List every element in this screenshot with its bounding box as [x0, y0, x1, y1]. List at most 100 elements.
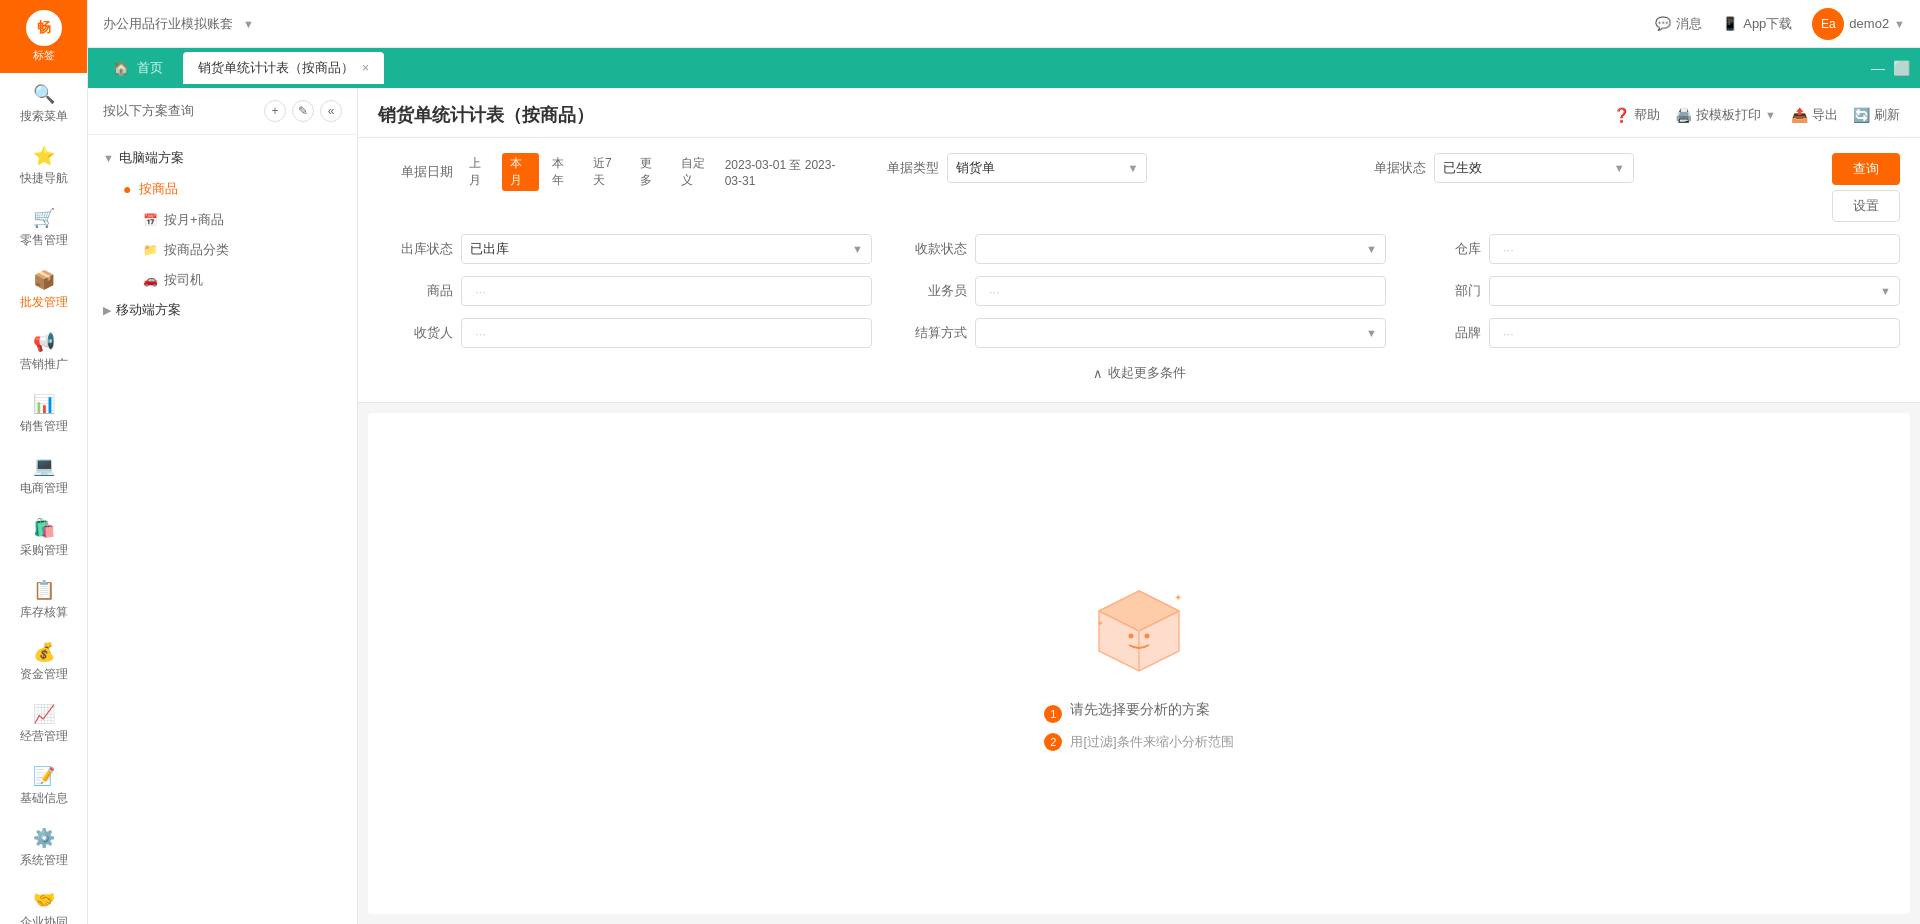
active-scheme-icon: ● [123, 181, 131, 197]
doc-status-select[interactable]: 已生效 ▼ [1434, 153, 1634, 183]
collapse-up-icon: ∧ [1093, 366, 1103, 381]
warehouse-label: 仓库 [1406, 240, 1481, 258]
print-dropdown-icon: ▼ [1765, 109, 1776, 121]
maximize-btn[interactable]: ⬜ [1893, 60, 1910, 76]
sidebar-item-inventory[interactable]: 📋 库存核算 [0, 569, 87, 631]
empty-num-1: 1 [1044, 705, 1062, 723]
doc-status-chev: ▼ [1614, 162, 1625, 174]
settle-label: 结算方式 [892, 324, 967, 342]
sidebar-item-ecommerce[interactable]: 💻 电商管理 [0, 445, 87, 507]
collect-chev: ▼ [1366, 243, 1377, 255]
svg-text:✦: ✦ [1174, 592, 1182, 603]
industry-dropdown[interactable]: ▼ [243, 18, 254, 30]
query-button[interactable]: 查询 [1832, 153, 1900, 185]
tree-mobile-parent[interactable]: ▶ 移动端方案 [88, 295, 357, 325]
action-buttons: 查询 设置 [1832, 153, 1900, 222]
receiver-dots[interactable]: ··· [475, 326, 486, 341]
sidebar-item-quicknav[interactable]: ⭐ 快捷导航 [0, 135, 87, 197]
topbar: 办公用品行业模拟账套 ▼ 💬 消息 📱 App下载 Ea demo2 ▼ [88, 0, 1920, 48]
date-tab-last-month[interactable]: 上月 [461, 153, 497, 191]
calendar-icon: 📅 [143, 213, 158, 227]
collapse-panel-btn[interactable]: « [320, 100, 342, 122]
settle-chev: ▼ [1366, 327, 1377, 339]
date-tab-7days[interactable]: 近7天 [585, 153, 627, 191]
user-menu[interactable]: Ea demo2 ▼ [1812, 8, 1905, 40]
panel-icons: + ✎ « [264, 100, 342, 122]
brand-dots[interactable]: ··· [1503, 326, 1514, 341]
empty-text-1: 请先选择要分析的方案 [1070, 701, 1210, 719]
print-icon: 🖨️ [1675, 107, 1692, 123]
svg-point-6 [1145, 633, 1150, 638]
sidebar-item-basic[interactable]: 📝 基础信息 [0, 755, 87, 817]
warehouse-dots[interactable]: ··· [1503, 242, 1514, 257]
sidebar-item-operations[interactable]: 📈 经营管理 [0, 693, 87, 755]
help-btn[interactable]: ❓ 帮助 [1613, 106, 1660, 124]
brand-input[interactable]: ··· [1489, 318, 1900, 348]
brand-label: 品牌 [1406, 324, 1481, 342]
sidebar-item-wholesale[interactable]: 📦 批发管理 [0, 259, 87, 321]
app-download-btn[interactable]: 📱 App下载 [1722, 15, 1792, 33]
minimize-btn[interactable]: — [1871, 60, 1885, 76]
empty-num-2: 2 [1044, 733, 1062, 751]
logo-icon: 畅 [26, 10, 62, 46]
empty-item-2: 2 用[过滤]条件来缩小分析范围 [1044, 733, 1233, 751]
warehouse-input[interactable]: ··· [1489, 234, 1900, 264]
sidebar-item-marketing[interactable]: 📢 营销推广 [0, 321, 87, 383]
tree-chevron-desktop: ▼ [103, 152, 114, 164]
goods-dots[interactable]: ··· [475, 284, 486, 299]
search-icon: 🔍 [33, 83, 55, 105]
sidebar-item-retail[interactable]: 🛒 零售管理 [0, 197, 87, 259]
refresh-btn[interactable]: 🔄 刷新 [1853, 106, 1900, 124]
settings-button[interactable]: 设置 [1832, 190, 1900, 222]
collapse-row: ∧ 收起更多条件 [378, 356, 1900, 387]
settle-select[interactable]: ▼ [975, 318, 1386, 348]
out-status-chev: ▼ [852, 243, 863, 255]
wholesale-icon: 📦 [33, 269, 55, 291]
dept-select[interactable]: ▼ [1489, 276, 1900, 306]
sidebar-item-collab[interactable]: 🤝 企业协同 [0, 879, 87, 924]
sidebar-item-system[interactable]: ⚙️ 系统管理 [0, 817, 87, 879]
doc-type-label: 单据类型 [864, 159, 939, 177]
quicknav-icon: ⭐ [33, 145, 55, 167]
page-header: 销货单统计计表（按商品） ❓ 帮助 🖨️ 按模板打印 ▼ 📤 导出 [358, 88, 1920, 138]
tree-subchild-month-goods[interactable]: 📅 按月+商品 [88, 205, 357, 235]
empty-item-1: 1 请先选择要分析的方案 [1044, 701, 1210, 727]
date-tab-custom[interactable]: 自定义 [673, 153, 719, 191]
salesperson-input[interactable]: ··· [975, 276, 1386, 306]
tab-active[interactable]: 销货单统计计表（按商品） × [183, 52, 384, 84]
collect-select[interactable]: ▼ [975, 234, 1386, 264]
edit-scheme-btn[interactable]: ✎ [292, 100, 314, 122]
collapse-btn[interactable]: ∧ 收起更多条件 [1093, 364, 1186, 382]
page-actions: ❓ 帮助 🖨️ 按模板打印 ▼ 📤 导出 🔄 刷新 [1613, 106, 1900, 124]
goods-input[interactable]: ··· [461, 276, 872, 306]
tree-desktop-parent[interactable]: ▼ 电脑端方案 [88, 143, 357, 173]
message-btn[interactable]: 💬 消息 [1655, 15, 1702, 33]
print-btn[interactable]: 🖨️ 按模板打印 ▼ [1675, 106, 1776, 124]
download-icon: 📱 [1722, 16, 1738, 31]
tree-child-by-goods[interactable]: ● 按商品 [88, 173, 357, 205]
sidebar-item-purchase[interactable]: 🛍️ 采购管理 [0, 507, 87, 569]
app-logo[interactable]: 畅 标签 [0, 0, 87, 73]
tab-home[interactable]: 🏠 首页 [98, 52, 178, 84]
tree-subchild-driver[interactable]: 🚗 按司机 [88, 265, 357, 295]
date-tab-this-year[interactable]: 本年 [544, 153, 580, 191]
doc-type-select[interactable]: 销货单 ▼ [947, 153, 1147, 183]
right-panel: 销货单统计计表（按商品） ❓ 帮助 🖨️ 按模板打印 ▼ 📤 导出 [358, 88, 1920, 924]
sidebar-item-finance[interactable]: 💰 资金管理 [0, 631, 87, 693]
date-tab-this-month[interactable]: 本月 [502, 153, 538, 191]
avatar: Ea [1812, 8, 1844, 40]
add-scheme-btn[interactable]: + [264, 100, 286, 122]
tab-close-btn[interactable]: × [362, 61, 369, 75]
date-tab-more[interactable]: 更多 [632, 153, 668, 191]
sidebar-item-sales[interactable]: 📊 销售管理 [0, 383, 87, 445]
tree-subchild-goods-category[interactable]: 📁 按商品分类 [88, 235, 357, 265]
salesperson-dots[interactable]: ··· [989, 284, 1000, 299]
sidebar-item-search[interactable]: 🔍 搜索菜单 [0, 73, 87, 135]
export-btn[interactable]: 📤 导出 [1791, 106, 1838, 124]
user-dropdown-icon: ▼ [1894, 18, 1905, 30]
topbar-right: 💬 消息 📱 App下载 Ea demo2 ▼ [1655, 8, 1905, 40]
receiver-input[interactable]: ··· [461, 318, 872, 348]
out-status-label: 出库状态 [378, 240, 453, 258]
operations-icon: 📈 [33, 703, 55, 725]
out-status-select[interactable]: 已出库 ▼ [461, 234, 872, 264]
